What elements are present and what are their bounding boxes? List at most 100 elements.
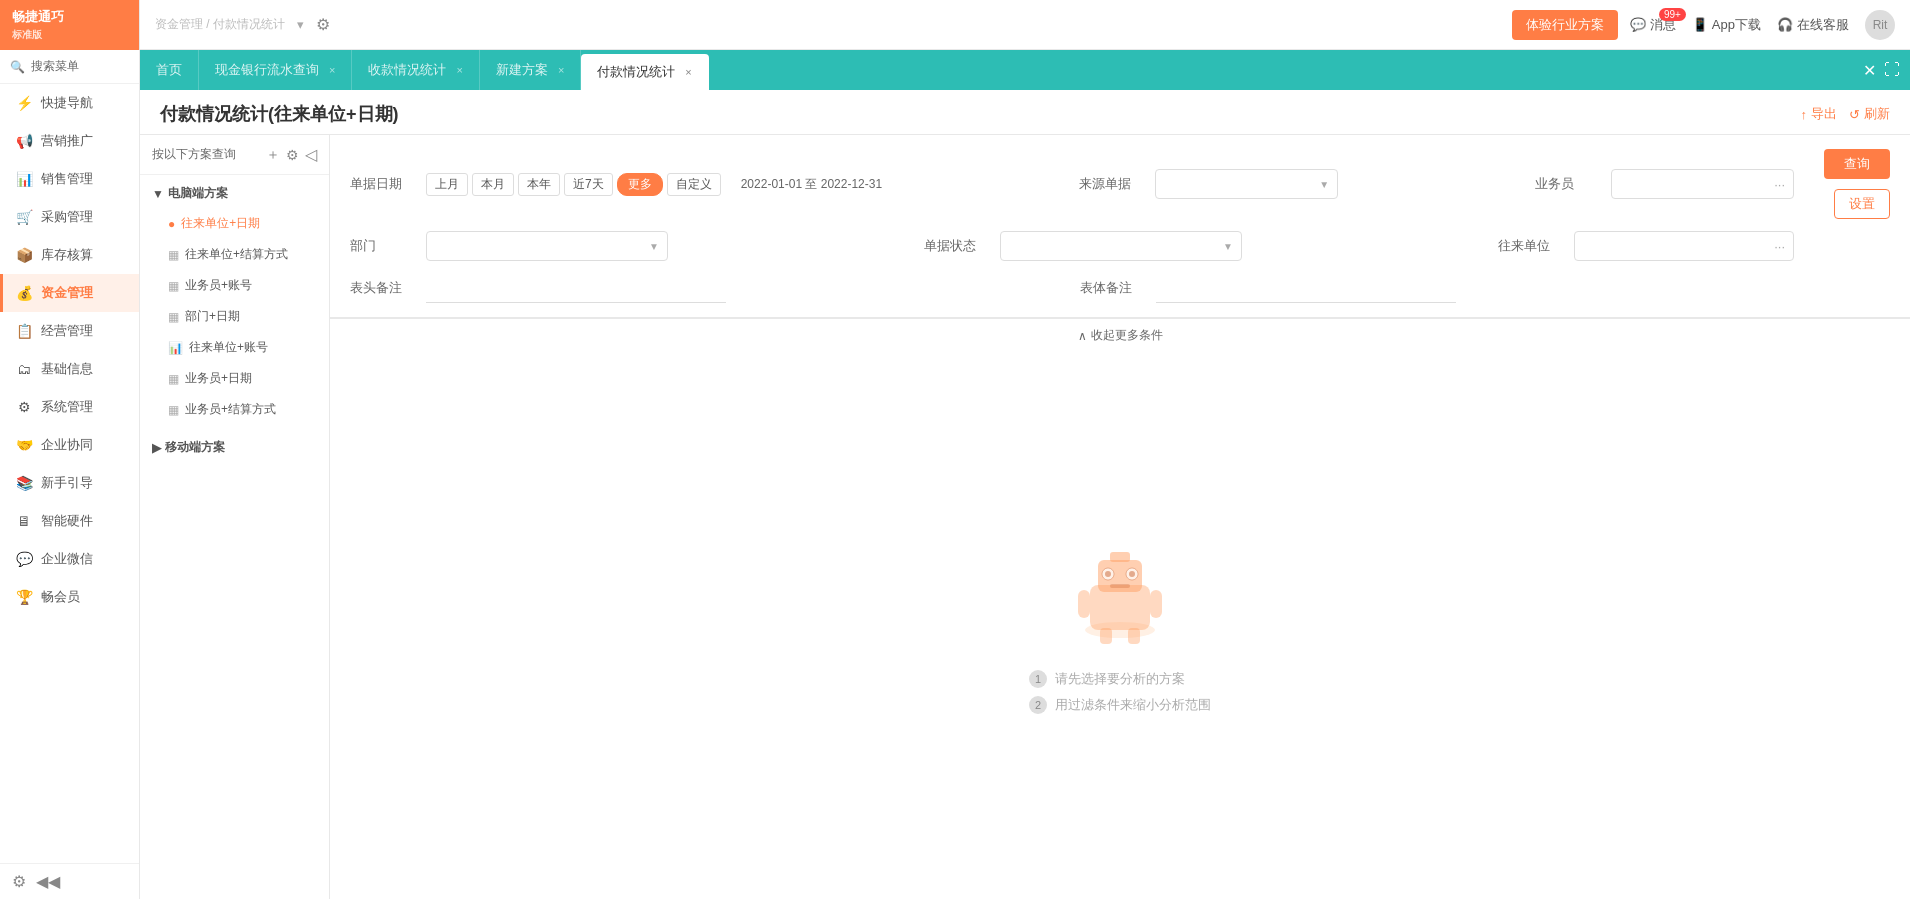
svg-rect-12 <box>1110 552 1130 562</box>
sidebar-item-quick-nav[interactable]: ⚡ 快捷导航 <box>0 84 139 122</box>
sidebar-item-operation[interactable]: 📋 经营管理 <box>0 312 139 350</box>
settings-btn[interactable]: 设置 <box>1834 189 1890 219</box>
scheme-item-salesman-account[interactable]: ▦ 业务员+账号 <box>140 270 329 301</box>
page-header: 付款情况统计(往来单位+日期) ↑ 导出 ↺ 刷新 <box>140 90 1910 135</box>
service-icon: 🎧 <box>1777 17 1793 32</box>
purchase-icon: 🛒 <box>15 208 33 226</box>
tab-receipt-stats[interactable]: 收款情况统计 × <box>352 50 479 90</box>
sidebar-item-wechat[interactable]: 💬 企业微信 <box>0 540 139 578</box>
sidebar-item-guide[interactable]: 📚 新手引导 <box>0 464 139 502</box>
close-all-tabs-icon[interactable]: ✕ <box>1863 61 1876 80</box>
scheme-item-salesman-settle[interactable]: ▦ 业务员+结算方式 <box>140 394 329 425</box>
tab-payment-stats[interactable]: 付款情况统计 × <box>581 54 708 90</box>
scheme-item-salesman-date[interactable]: ▦ 业务员+日期 <box>140 363 329 394</box>
sidebar-item-label: 智能硬件 <box>41 512 93 530</box>
date-btn-custom[interactable]: 自定义 <box>667 173 721 196</box>
collapse-sidebar-icon[interactable]: ◀◀ <box>36 872 60 891</box>
scheme-item-dept-date[interactable]: ▦ 部门+日期 <box>140 301 329 332</box>
scheme-group-desktop: ▼ 电脑端方案 ● 往来单位+日期 ▦ 往来单位+结算方式 ▦ 业务员+账号 ▦ <box>140 175 329 429</box>
refresh-btn[interactable]: ↺ 刷新 <box>1849 105 1890 123</box>
search-icon: 🔍 <box>10 60 25 74</box>
topbar: 资金管理 / 付款情况统计 ▾ ⚙ 体验行业方案 💬 消息 99+ 📱 App下… <box>140 0 1910 50</box>
sidebar-item-label: 企业微信 <box>41 550 93 568</box>
tab-bank-flow-close[interactable]: × <box>329 64 335 76</box>
body-note-label: 表体备注 <box>1080 279 1140 297</box>
tab-new-scheme-close[interactable]: × <box>558 64 564 76</box>
tab-bank-flow[interactable]: 现金银行流水查询 × <box>199 50 352 90</box>
tab-payment-close[interactable]: × <box>685 66 691 78</box>
settings-bottom-icon[interactable]: ⚙ <box>12 872 26 891</box>
scheme-item-partner-settle[interactable]: ▦ 往来单位+结算方式 <box>140 239 329 270</box>
app-download-btn[interactable]: 📱 App下载 <box>1692 16 1761 34</box>
tab-receipt-stats-label: 收款情况统计 <box>368 61 446 79</box>
scheme-item-partner-account[interactable]: 📊 往来单位+账号 <box>140 332 329 363</box>
scheme-item-partner-date[interactable]: ● 往来单位+日期 <box>140 208 329 239</box>
sidebar-item-system[interactable]: ⚙ 系统管理 <box>0 388 139 426</box>
logo-name: 畅捷通巧 <box>12 8 64 26</box>
header-note-input[interactable] <box>426 273 726 303</box>
scheme-group-desktop-header[interactable]: ▼ 电脑端方案 <box>140 179 329 208</box>
sidebar-item-coop[interactable]: 🤝 企业协同 <box>0 426 139 464</box>
topbar-gear-icon[interactable]: ⚙ <box>316 15 330 34</box>
trial-btn[interactable]: 体验行业方案 <box>1512 10 1618 40</box>
scheme-panel-title: 按以下方案查询 <box>152 146 260 163</box>
filter-form: 单据日期 上月 本月 本年 近7天 更多 自定义 2022-01-01 至 20… <box>330 135 1910 318</box>
sidebar-item-inventory[interactable]: 📦 库存核算 <box>0 236 139 274</box>
collapse-filter-btn[interactable]: ∧ 收起更多条件 <box>330 318 1910 352</box>
voucher-status-select[interactable]: ▼ <box>1000 231 1242 261</box>
scheme-group-mobile-header[interactable]: ▶ 移动端方案 <box>140 433 329 462</box>
sidebar-item-finance[interactable]: 💰 资金管理 <box>0 274 139 312</box>
date-btn-last-month[interactable]: 上月 <box>426 173 468 196</box>
sidebar-item-member[interactable]: 🏆 畅会员 <box>0 578 139 616</box>
search-menu[interactable]: 🔍 搜索菜单 <box>0 50 139 84</box>
scheme-collapse-icon[interactable]: ◁ <box>305 145 317 164</box>
sidebar-item-base[interactable]: 🗂 基础信息 <box>0 350 139 388</box>
partner-select[interactable]: ··· <box>1574 231 1794 261</box>
empty-hint-1: 1 请先选择要分析的方案 <box>1029 670 1211 688</box>
query-btn[interactable]: 查询 <box>1824 149 1890 179</box>
salesman-select[interactable]: ··· <box>1611 169 1794 199</box>
breadcrumb-text: 资金管理 / 付款情况统计 <box>155 16 285 33</box>
page-actions: ↑ 导出 ↺ 刷新 <box>1801 105 1891 123</box>
sidebar-item-hardware[interactable]: 🖥 智能硬件 <box>0 502 139 540</box>
dept-select[interactable]: ▼ <box>426 231 668 261</box>
tab-receipt-close[interactable]: × <box>456 64 462 76</box>
scheme-settings-icon[interactable]: ⚙ <box>286 147 299 163</box>
sidebar-item-purchase[interactable]: 🛒 采购管理 <box>0 198 139 236</box>
svg-point-5 <box>1105 571 1111 577</box>
date-btn-this-month[interactable]: 本月 <box>472 173 514 196</box>
sidebar: 畅捷通巧 标准版 🔍 搜索菜单 ⚡ 快捷导航 📢 营销推广 📊 销售管理 🛒 采… <box>0 0 140 899</box>
date-btn-last7d[interactable]: 近7天 <box>564 173 613 196</box>
topbar-chevron-icon[interactable]: ▾ <box>297 17 304 32</box>
sidebar-item-label: 库存核算 <box>41 246 93 264</box>
online-service-btn[interactable]: 🎧 在线客服 <box>1777 16 1849 34</box>
tabs-bar-right: ✕ ⛶ <box>1853 50 1910 90</box>
expand-tab-icon[interactable]: ⛶ <box>1884 61 1900 79</box>
app-icon: 📱 <box>1692 17 1708 32</box>
tab-payment-stats-label: 付款情况统计 <box>597 63 675 81</box>
date-btn-this-year[interactable]: 本年 <box>518 173 560 196</box>
scheme-group-mobile-label: 移动端方案 <box>165 439 225 456</box>
scheme-item-salesman-settle-label: 业务员+结算方式 <box>185 401 276 418</box>
tab-home[interactable]: 首页 <box>140 50 199 90</box>
collapse-chevron-icon: ∧ <box>1078 329 1087 343</box>
user-avatar[interactable]: Rit <box>1865 10 1895 40</box>
source-select[interactable]: ▼ <box>1155 169 1338 199</box>
sidebar-item-sales[interactable]: 📊 销售管理 <box>0 160 139 198</box>
message-btn[interactable]: 💬 消息 99+ <box>1630 16 1676 34</box>
hint-num-1: 1 <box>1029 670 1047 688</box>
inventory-icon: 📦 <box>15 246 33 264</box>
scheme-group-mobile-chevron-icon: ▶ <box>152 441 161 455</box>
empty-state: 1 请先选择要分析的方案 2 用过滤条件来缩小分析范围 <box>330 352 1910 899</box>
body-note-input[interactable] <box>1156 273 1456 303</box>
export-btn[interactable]: ↑ 导出 <box>1801 105 1838 123</box>
empty-hint-1-text: 请先选择要分析的方案 <box>1055 670 1185 688</box>
partner-dots-icon[interactable]: ··· <box>1774 239 1785 254</box>
salesman-dots-icon[interactable]: ··· <box>1774 177 1785 192</box>
scheme-add-icon[interactable]: ＋ <box>266 146 280 164</box>
sidebar-item-marketing[interactable]: 📢 营销推广 <box>0 122 139 160</box>
tab-new-scheme[interactable]: 新建方案 × <box>480 50 581 90</box>
scheme-item-partner-account-icon: 📊 <box>168 341 183 355</box>
salesman-label: 业务员 <box>1535 175 1595 193</box>
date-btn-more[interactable]: 更多 <box>617 173 663 196</box>
